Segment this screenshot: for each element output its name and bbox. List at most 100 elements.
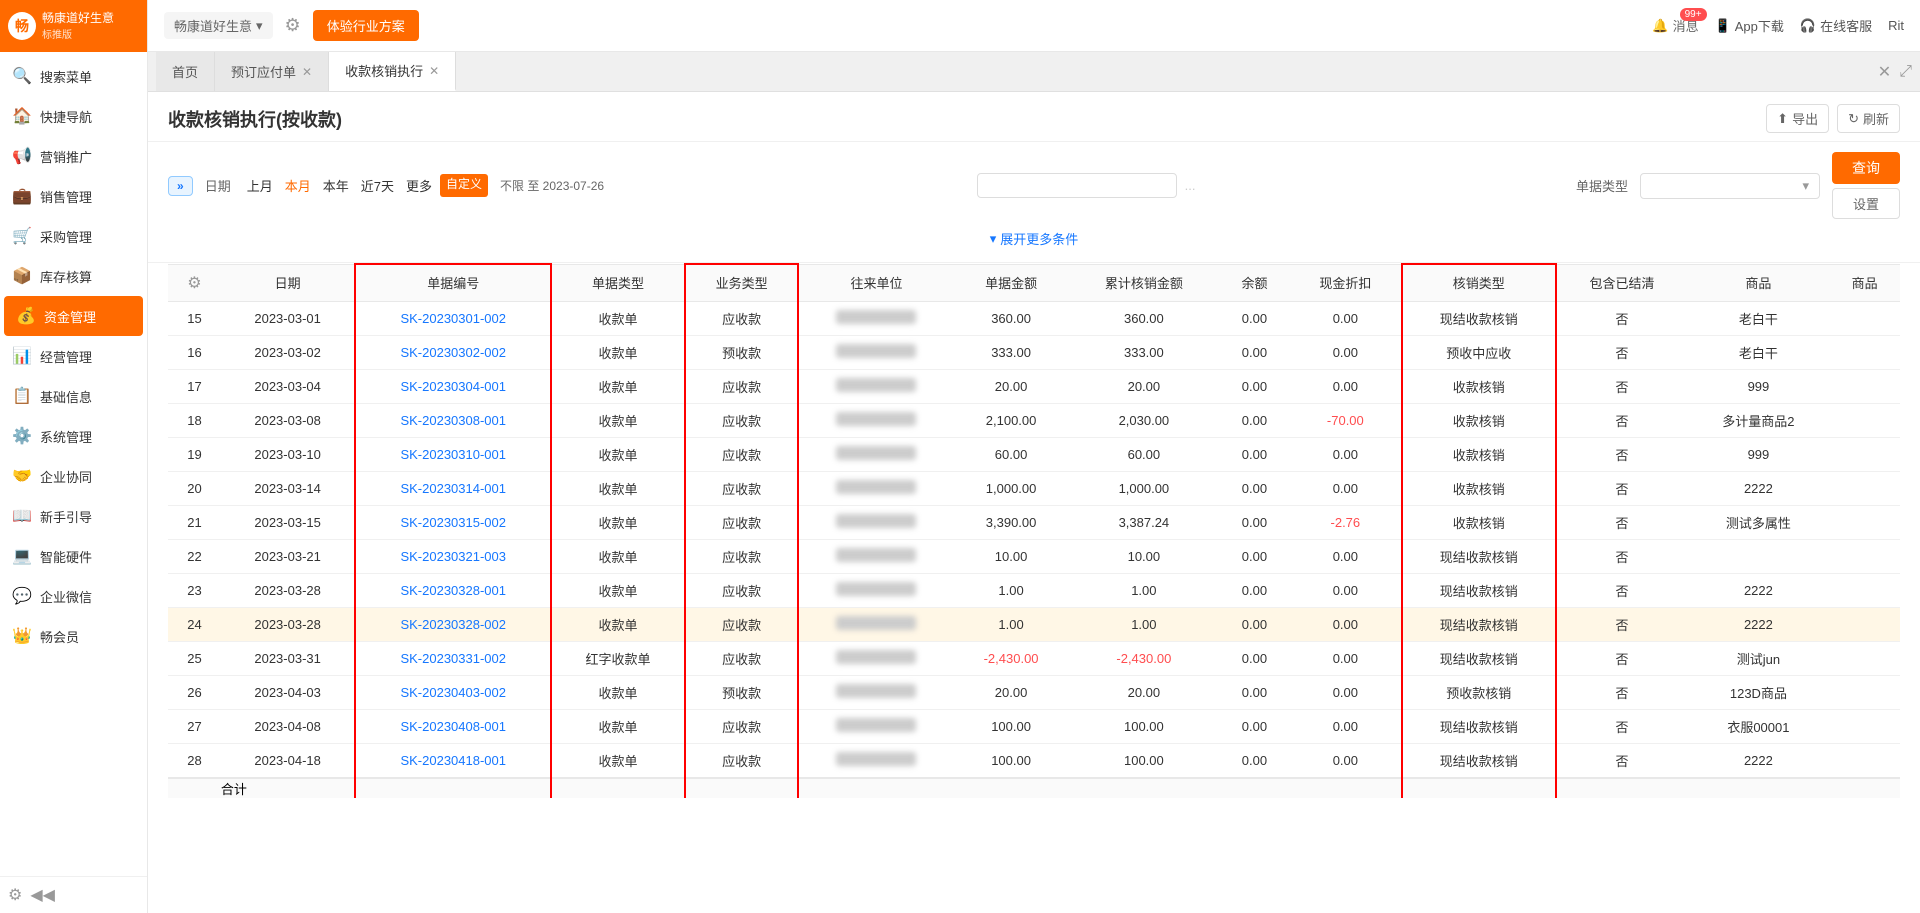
sidebar-label-inventory: 库存核算	[40, 267, 92, 286]
bill-no-link[interactable]: SK-20230308-001	[400, 413, 506, 428]
td-include_settled: 否	[1556, 539, 1688, 573]
bill-no-link[interactable]: SK-20230328-002	[400, 617, 506, 632]
sidebar-item-sales[interactable]: 💼 销售管理	[0, 176, 147, 216]
td-bill_no[interactable]: SK-20230314-001	[355, 471, 551, 505]
company-selector[interactable]: 畅康道好生意 ▾	[164, 12, 273, 39]
td-bill_no[interactable]: SK-20230302-002	[355, 335, 551, 369]
sidebar-subtitle: 标推版	[42, 26, 114, 41]
td-bill_no[interactable]: SK-20230301-002	[355, 301, 551, 335]
sidebar-item-guide[interactable]: 📖 新手引导	[0, 496, 147, 536]
td-write_off_type: 收款核销	[1402, 403, 1556, 437]
bill-no-link[interactable]: SK-20230314-001	[400, 481, 506, 496]
td-bill_no[interactable]: SK-20230328-002	[355, 607, 551, 641]
custom-date-button[interactable]: 自定义	[440, 174, 488, 197]
sidebar-item-inventory[interactable]: 📦 库存核算	[0, 256, 147, 296]
sidebar-item-purchase[interactable]: 🛒 采购管理	[0, 216, 147, 256]
td-amount: -2,430.00	[954, 641, 1069, 675]
date-filter-label: 日期	[205, 176, 231, 195]
table-row: 202023-03-14SK-20230314-001收款单应收款1,000.0…	[168, 471, 1900, 505]
query-button[interactable]: 查询	[1832, 152, 1900, 184]
sidebar-item-enterprise[interactable]: 🤝 企业协同	[0, 456, 147, 496]
td-amount: 20.00	[954, 675, 1069, 709]
sidebar-item-hardware[interactable]: 💻 智能硬件	[0, 536, 147, 576]
bill-no-link[interactable]: SK-20230418-001	[400, 753, 506, 768]
tab-home[interactable]: 首页	[156, 52, 215, 91]
td-counterparty	[798, 471, 953, 505]
tab-collection[interactable]: 收款核销执行✕	[329, 52, 456, 91]
td-bill_no[interactable]: SK-20230331-002	[355, 641, 551, 675]
table-footer-row: 合计	[168, 778, 1900, 798]
td-bill_no[interactable]: SK-20230321-003	[355, 539, 551, 573]
app-download-button[interactable]: 📱 App下载	[1715, 16, 1784, 35]
sidebar-item-marketing[interactable]: 📢 营销推广	[0, 136, 147, 176]
tab-close-prepaid[interactable]: ✕	[302, 65, 312, 79]
bill-no-link[interactable]: SK-20230408-001	[400, 719, 506, 734]
tfoot-cell-bill_no	[355, 778, 551, 798]
sidebar-item-member[interactable]: 👑 畅会员	[0, 616, 147, 656]
online-service-button[interactable]: 🎧 在线客服	[1800, 16, 1872, 35]
td-product	[1688, 539, 1830, 573]
filter-settings-button[interactable]: 设置	[1832, 188, 1900, 219]
sidebar-item-finance[interactable]: 💰 资金管理	[4, 296, 143, 336]
bill-no-link[interactable]: SK-20230310-001	[400, 447, 506, 462]
td-product: 2222	[1688, 743, 1830, 778]
td-bill_no[interactable]: SK-20230403-002	[355, 675, 551, 709]
sidebar-item-wechat[interactable]: 💬 企业微信	[0, 576, 147, 616]
td-bill_no[interactable]: SK-20230328-001	[355, 573, 551, 607]
refresh-button[interactable]: ↻ 刷新	[1837, 104, 1900, 133]
tab-close-collection[interactable]: ✕	[429, 64, 439, 78]
td-balance: 0.00	[1219, 301, 1290, 335]
counterparty-input[interactable]	[977, 173, 1177, 198]
td-counterparty	[798, 709, 953, 743]
th-bill_type: 单据类型	[551, 264, 685, 301]
bill-no-link[interactable]: SK-20230315-002	[400, 515, 506, 530]
sidebar-item-system[interactable]: ⚙️ 系统管理	[0, 416, 147, 456]
date-option-3[interactable]: 近7天	[357, 174, 398, 197]
td-balance: 0.00	[1219, 573, 1290, 607]
td-balance: 0.00	[1219, 709, 1290, 743]
bill-no-link[interactable]: SK-20230302-002	[400, 345, 506, 360]
sidebar-item-quick-nav[interactable]: 🏠 快捷导航	[0, 96, 147, 136]
td-balance: 0.00	[1219, 437, 1290, 471]
sidebar-item-search[interactable]: 🔍 搜索菜单	[0, 56, 147, 96]
solution-button[interactable]: 体验行业方案	[313, 10, 419, 41]
date-option-2[interactable]: 本年	[319, 174, 353, 197]
maximize-tab-button[interactable]: ⤢	[1899, 62, 1912, 82]
td-balance: 0.00	[1219, 505, 1290, 539]
bill-no-link[interactable]: SK-20230301-002	[400, 311, 506, 326]
filter-expand-button[interactable]: »	[168, 176, 193, 196]
date-option-1[interactable]: 本月	[281, 174, 315, 197]
td-bill_no[interactable]: SK-20230408-001	[355, 709, 551, 743]
collapse-icon[interactable]: ◀◀	[30, 885, 55, 905]
td-discount: 0.00	[1290, 335, 1402, 369]
gear-icon[interactable]: ⚙	[285, 15, 301, 36]
messages-button[interactable]: 🔔 消息 99+	[1652, 16, 1698, 35]
settings-icon[interactable]: ⚙	[8, 885, 22, 905]
bill-no-link[interactable]: SK-20230304-001	[400, 379, 506, 394]
close-tab-button[interactable]: ✕	[1878, 62, 1891, 82]
th-bill_no: 单据编号	[355, 264, 551, 301]
sidebar-item-operation[interactable]: 📊 经营管理	[0, 336, 147, 376]
bill-no-link[interactable]: SK-20230331-002	[400, 651, 506, 666]
bill-no-link[interactable]: SK-20230403-002	[400, 685, 506, 700]
td-date: 2023-04-18	[221, 743, 355, 778]
td-bill_no[interactable]: SK-20230308-001	[355, 403, 551, 437]
date-option-4[interactable]: 更多	[402, 174, 436, 197]
td-bill_no[interactable]: SK-20230310-001	[355, 437, 551, 471]
bill-no-link[interactable]: SK-20230328-001	[400, 583, 506, 598]
td-bill_no[interactable]: SK-20230315-002	[355, 505, 551, 539]
td-write_off_type: 现结收款核销	[1402, 743, 1556, 778]
td-bill_no[interactable]: SK-20230304-001	[355, 369, 551, 403]
td-business_type: 应收款	[685, 709, 799, 743]
bill-no-link[interactable]: SK-20230321-003	[400, 549, 506, 564]
date-option-0[interactable]: 上月	[243, 174, 277, 197]
user-menu[interactable]: Rit	[1888, 18, 1904, 33]
td-bill_no[interactable]: SK-20230418-001	[355, 743, 551, 778]
expand-more-button[interactable]: ▾ 展开更多条件	[990, 229, 1079, 248]
gear-icon[interactable]: ⚙	[187, 275, 201, 292]
tab-prepaid[interactable]: 预订应付单✕	[215, 52, 329, 91]
bill-type-select[interactable]: ▾	[1640, 173, 1820, 199]
sidebar-item-basic[interactable]: 📋 基础信息	[0, 376, 147, 416]
td-business_type: 应收款	[685, 539, 799, 573]
export-button[interactable]: ⬆ 导出	[1766, 104, 1829, 133]
